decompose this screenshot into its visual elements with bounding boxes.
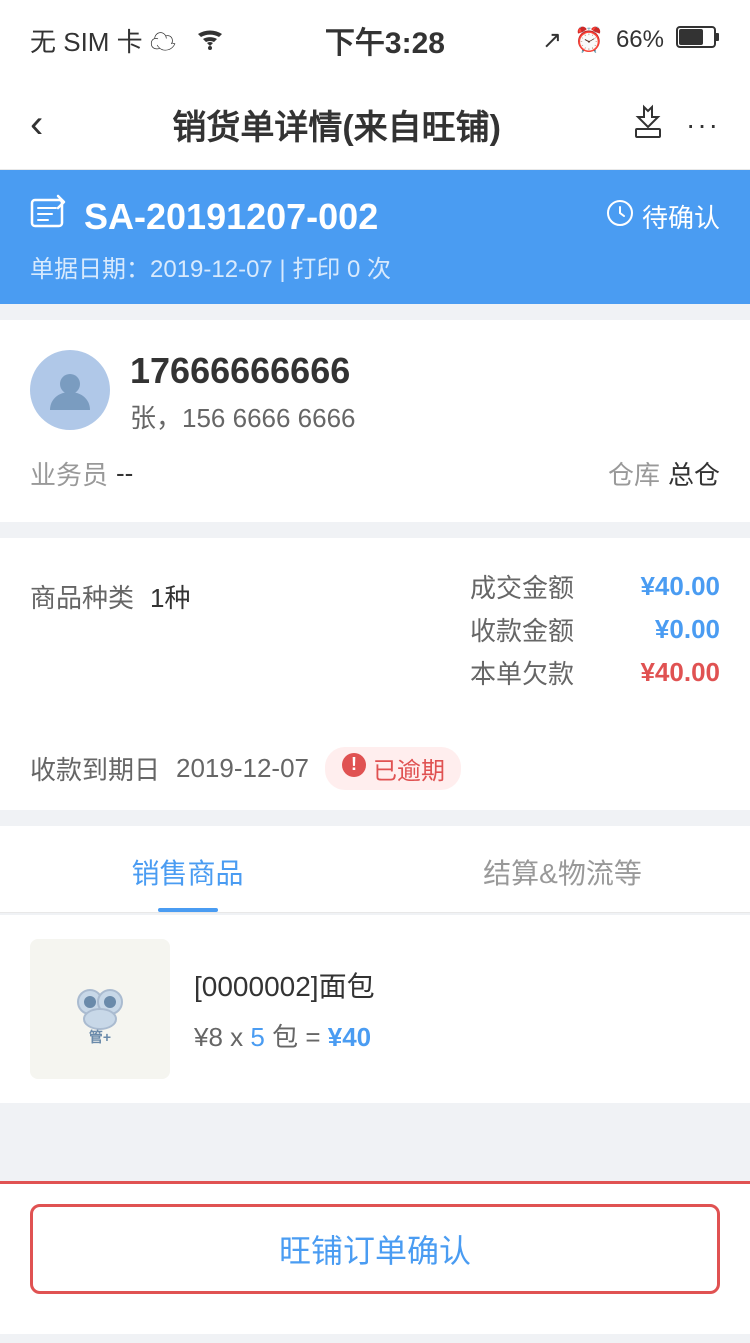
order-status: 待确认 xyxy=(606,198,720,235)
order-date: 单据日期：2019-12-07 | 打印 0 次 xyxy=(30,249,720,284)
debt-value: ¥40.00 xyxy=(590,657,720,688)
order-header-banner: SA-20191207-002 待确认 单据日期：2019-12-07 | 打印… xyxy=(0,170,750,304)
warehouse-label: 仓库 xyxy=(608,455,660,492)
amount-value: ¥40.00 xyxy=(590,571,720,602)
tab-settlement[interactable]: 结算&物流等 xyxy=(375,826,750,912)
avatar xyxy=(30,350,110,430)
nav-right[interactable]: ··· xyxy=(630,103,720,146)
product-info: [0000002]面包 ¥8 x 5 包 = ¥40 xyxy=(194,965,720,1054)
tab-bar[interactable]: 销售商品 结算&物流等 xyxy=(0,826,750,913)
back-button[interactable]: ‹ xyxy=(30,102,43,147)
more-button[interactable]: ··· xyxy=(686,109,720,141)
equals-sign: = xyxy=(305,1022,327,1052)
due-date-label: 收款到期日 xyxy=(30,750,160,787)
qty-unit: 包 xyxy=(272,1022,298,1052)
received-value: ¥0.00 xyxy=(590,614,720,645)
alarm-icon: ⏰ xyxy=(574,26,604,55)
location-icon: ↗ xyxy=(542,26,562,55)
product-item: 管+ [0000002]面包 ¥8 x 5 包 = ¥40 xyxy=(0,915,750,1103)
product-name: [0000002]面包 xyxy=(194,965,720,1005)
nav-left[interactable]: ‹ xyxy=(30,102,43,147)
received-label: 收款金额 xyxy=(470,611,574,648)
due-date-section: 收款到期日 2019-12-07 ! 已逾期 xyxy=(0,727,750,810)
sku-label: 商品种类 xyxy=(30,578,134,615)
order-icon xyxy=(30,194,70,239)
status-left: 无 SIM 卡 ☁ xyxy=(30,22,228,59)
salesperson-label: 业务员 xyxy=(30,455,108,492)
debt-label: 本单欠款 xyxy=(470,654,574,691)
product-total: ¥40 xyxy=(328,1022,371,1052)
page-title: 销货单详情(来自旺铺) xyxy=(172,100,501,149)
warning-icon: ! xyxy=(341,752,367,785)
customer-card: 17666666666 张，156 6666 6666 业务员 -- 仓库 总仓 xyxy=(0,320,750,522)
status-bar: 无 SIM 卡 ☁ 下午3:28 ↗ ⏰ 66% xyxy=(0,0,750,80)
battery-percent: 66% xyxy=(616,26,664,54)
footer-area: 旺铺订单确认 xyxy=(0,1181,750,1334)
battery-icon xyxy=(676,26,720,55)
status-time: 下午3:28 xyxy=(325,18,445,62)
product-price: ¥8 x 5 包 = ¥40 xyxy=(194,1017,720,1054)
due-date-value: 2019-12-07 xyxy=(176,753,309,784)
customer-name: 张，156 6666 6666 xyxy=(130,398,720,435)
customer-phone: 17666666666 xyxy=(130,350,720,392)
warehouse-value: 总仓 xyxy=(668,455,720,492)
svg-text:!: ! xyxy=(351,754,357,774)
overdue-badge: ! 已逾期 xyxy=(325,747,461,790)
svg-text:管+: 管+ xyxy=(89,1029,111,1045)
price-unit: ¥8 xyxy=(194,1022,223,1052)
multiply-sign: x xyxy=(230,1022,250,1052)
sku-value: 1种 xyxy=(150,578,190,615)
clock-icon xyxy=(606,199,634,234)
order-id: SA-20191207-002 xyxy=(30,194,378,239)
product-thumbnail: 管+ xyxy=(30,939,170,1079)
status-right: ↗ ⏰ 66% xyxy=(542,26,720,55)
tab-sales-goods[interactable]: 销售商品 xyxy=(0,826,375,912)
amount-summary: 成交金额 ¥40.00 收款金额 ¥0.00 本单欠款 ¥40.00 xyxy=(470,568,720,697)
amount-label: 成交金额 xyxy=(470,568,574,605)
product-qty: 5 xyxy=(250,1022,264,1052)
confirm-order-button[interactable]: 旺铺订单确认 xyxy=(30,1204,720,1294)
salesperson-value: -- xyxy=(116,458,133,489)
wifi-icon xyxy=(192,24,228,57)
nav-bar: ‹ 销货单详情(来自旺铺) ··· xyxy=(0,80,750,170)
share-button[interactable] xyxy=(630,103,666,146)
summary-card: 商品种类 1种 成交金额 ¥40.00 收款金额 ¥0.00 本单欠款 ¥40.… xyxy=(0,538,750,727)
sim-label: 无 SIM 卡 ☁ xyxy=(30,22,176,59)
